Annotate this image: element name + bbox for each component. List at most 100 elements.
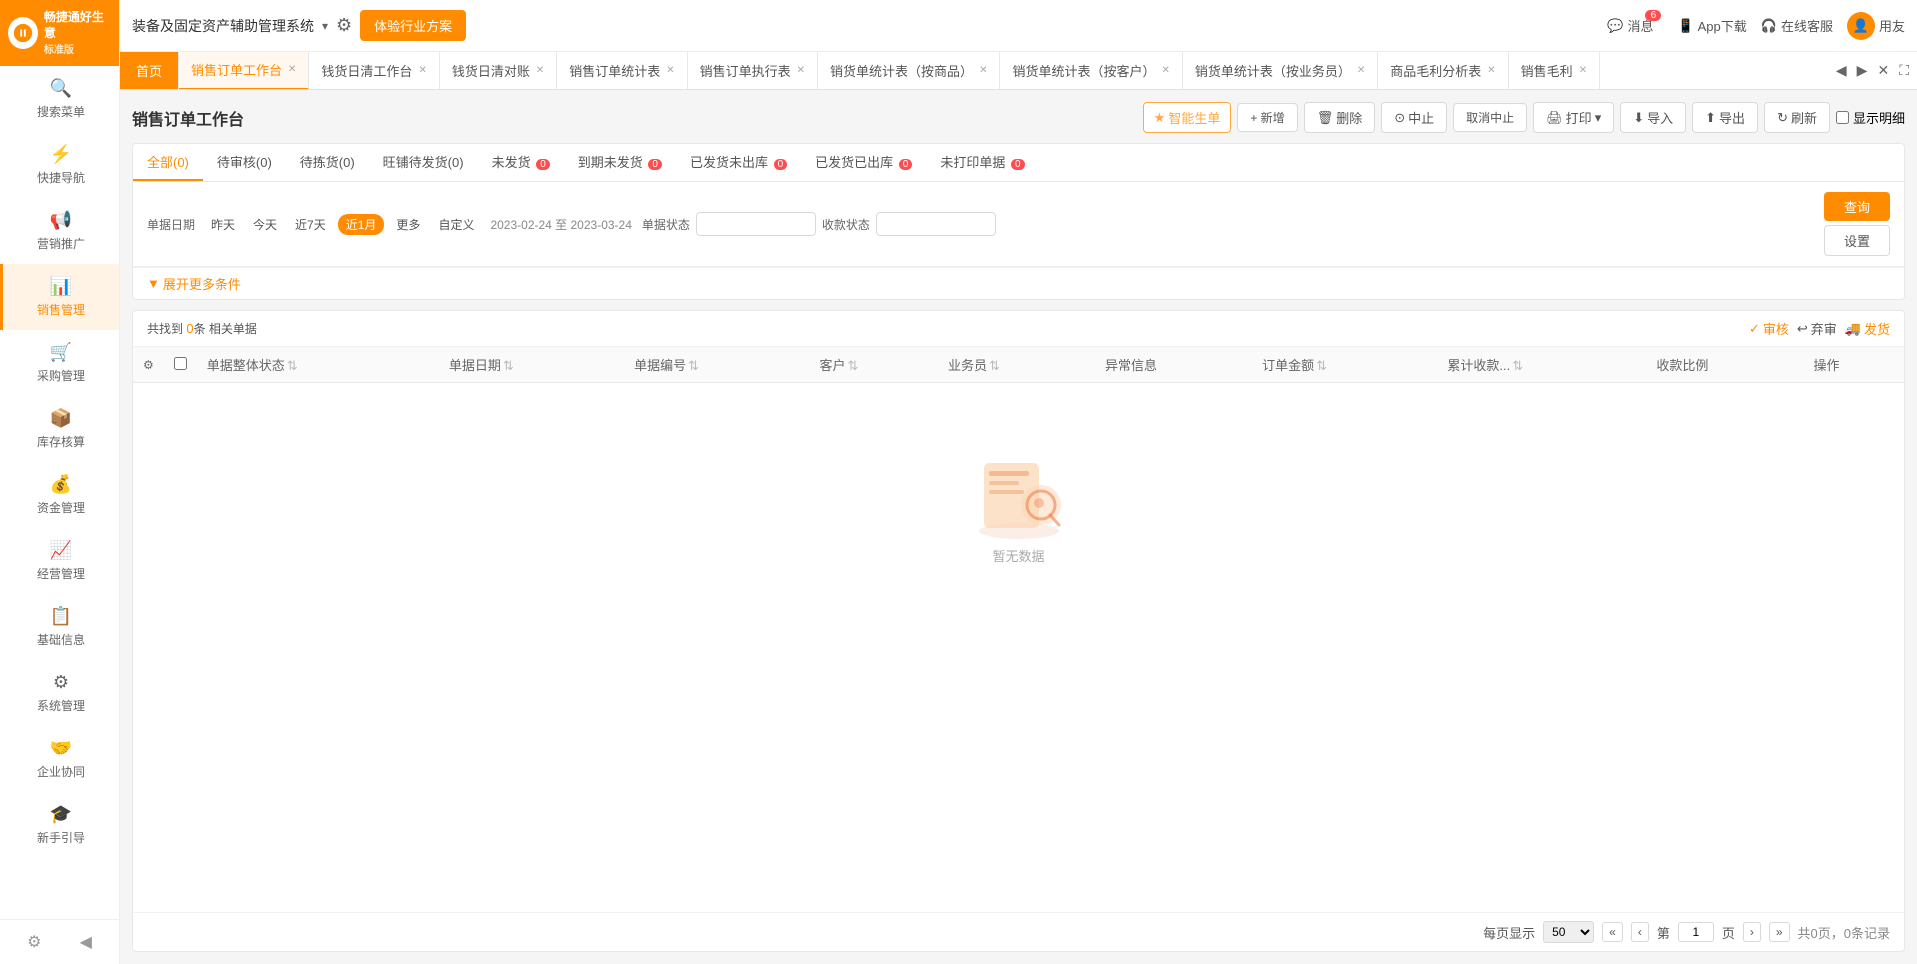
import-btn[interactable]: ⬇ 导入: [1620, 102, 1686, 133]
tab-close-9[interactable]: ✕: [1487, 65, 1495, 76]
sidebar-item-operations[interactable]: 📈 经营管理: [0, 528, 119, 594]
date-opt-yesterday[interactable]: 昨天: [205, 214, 241, 235]
solution-btn[interactable]: 体验行业方案: [360, 10, 466, 41]
tab-close-1[interactable]: ✕: [288, 64, 296, 75]
sidebar-settings-btn[interactable]: ⚙: [23, 928, 45, 956]
filter-settings-btn[interactable]: 设置: [1824, 225, 1890, 256]
tab-next-btn[interactable]: ▶: [1853, 60, 1872, 81]
date-opt-today[interactable]: 今天: [247, 214, 283, 235]
online-service-btn[interactable]: 🎧 在线客服: [1761, 16, 1833, 35]
table-header-row: ⚙ 单据整体状态⇅ 单据日期⇅ 单据编号⇅ 客户⇅ 业务员⇅ 异常信息 订单金额…: [133, 347, 1904, 383]
sidebar-item-sales[interactable]: 📊 销售管理: [0, 264, 119, 330]
filter-tab-pick[interactable]: 待拣货(0): [286, 144, 369, 181]
th-received[interactable]: 累计收款...⇅: [1437, 347, 1646, 383]
sidebar-item-enterprise[interactable]: 🤝 企业协同: [0, 726, 119, 792]
page-size-select[interactable]: 10 20 50 100: [1543, 921, 1594, 943]
th-date[interactable]: 单据日期⇅: [439, 347, 624, 383]
user-menu-btn[interactable]: 👤 用友: [1847, 12, 1905, 40]
sidebar-item-basic[interactable]: 📋 基础信息: [0, 594, 119, 660]
status-select[interactable]: [696, 212, 816, 236]
stop-btn[interactable]: ⊙ 中止: [1381, 102, 1447, 133]
sidebar-item-purchase[interactable]: 🛒 采购管理: [0, 330, 119, 396]
filter-tab-wangpu[interactable]: 旺铺待发货(0): [369, 144, 478, 181]
page-number-input[interactable]: [1678, 922, 1714, 942]
topbar-settings-btn[interactable]: ⚙: [336, 15, 352, 36]
tab-sales-staff[interactable]: 销货单统计表（按业务员） ✕: [1183, 52, 1378, 90]
show-detail-check[interactable]: 显示明细: [1836, 108, 1905, 127]
filter-tab-unprinted[interactable]: 未打印单据 0: [926, 144, 1038, 181]
tab-close-7[interactable]: ✕: [1161, 65, 1169, 76]
smart-create-btn[interactable]: ★ 智能生单: [1143, 102, 1232, 133]
refresh-btn[interactable]: ↻ 刷新: [1764, 102, 1830, 133]
filter-tab-all[interactable]: 全部(0): [133, 144, 203, 181]
tab-close-all-btn[interactable]: ✕: [1873, 60, 1893, 81]
tab-close-8[interactable]: ✕: [1357, 65, 1365, 76]
system-dropdown-btn[interactable]: ▾: [322, 19, 328, 33]
tab-gross-profit[interactable]: 商品毛利分析表 ✕: [1378, 52, 1508, 90]
sidebar-item-system[interactable]: ⚙ 系统管理: [0, 660, 119, 726]
sidebar-item-marketing[interactable]: 📢 营销推广: [0, 198, 119, 264]
revoke-btn[interactable]: ↩ 弃审: [1797, 319, 1837, 338]
page-first-btn[interactable]: «: [1602, 922, 1623, 942]
tab-sales-exec[interactable]: 销售订单执行表 ✕: [688, 52, 818, 90]
th-checkbox[interactable]: [164, 347, 197, 383]
tab-close-6[interactable]: ✕: [979, 65, 987, 76]
tab-fullscreen-btn[interactable]: ⛶: [1895, 60, 1913, 81]
date-opt-7days[interactable]: 近7天: [289, 214, 332, 235]
cancel-stop-btn[interactable]: 取消中止: [1453, 103, 1527, 132]
sidebar-label-operations: 经营管理: [37, 565, 85, 582]
th-abnormal[interactable]: 异常信息: [1095, 347, 1252, 383]
filter-tab-audit[interactable]: 待审核(0): [203, 144, 286, 181]
th-ratio[interactable]: 收款比例: [1646, 347, 1803, 383]
export-btn[interactable]: ⬆ 导出: [1692, 102, 1758, 133]
filter-tab-shipped-not-out[interactable]: 已发货未出库 0: [676, 144, 801, 181]
sidebar-item-quick[interactable]: ⚡ 快捷导航: [0, 132, 119, 198]
tab-close-4[interactable]: ✕: [666, 65, 674, 76]
th-status[interactable]: 单据整体状态⇅: [197, 347, 439, 383]
tab-sales-stats[interactable]: 销售订单统计表 ✕: [557, 52, 687, 90]
add-btn[interactable]: + 新增: [1237, 103, 1297, 132]
payment-select[interactable]: [876, 212, 996, 236]
tab-sales-customer[interactable]: 销货单统计表（按客户） ✕: [1000, 52, 1182, 90]
query-btn[interactable]: 查询: [1824, 192, 1890, 221]
tab-sales-product[interactable]: 销货单统计表（按商品） ✕: [818, 52, 1000, 90]
print-btn[interactable]: 🖨 打印 ▾: [1533, 102, 1614, 133]
th-number[interactable]: 单据编号⇅: [624, 347, 809, 383]
date-opt-custom[interactable]: 自定义: [432, 214, 480, 235]
app-logo: 畅捷通好生意 标准版: [0, 0, 119, 66]
tab-cash-reconcile[interactable]: 钱货日清对账 ✕: [440, 52, 557, 90]
sidebar-item-search[interactable]: 🔍 搜索菜单: [0, 66, 119, 132]
filter-tab-overdue[interactable]: 到期未发货 0: [564, 144, 676, 181]
tab-close-5[interactable]: ✕: [797, 65, 805, 76]
date-opt-more[interactable]: 更多: [390, 214, 426, 235]
sidebar-item-finance[interactable]: 💰 资金管理: [0, 462, 119, 528]
tab-close-2[interactable]: ✕: [418, 65, 426, 76]
tab-cash-daily[interactable]: 钱货日清工作台 ✕: [309, 52, 439, 90]
sidebar-collapse-btn[interactable]: ◀: [76, 928, 96, 956]
sidebar-item-inventory[interactable]: 📦 库存核算: [0, 396, 119, 462]
messages-btn[interactable]: 💬 6 消息: [1607, 16, 1653, 35]
app-download-btn[interactable]: 📱 App下载: [1677, 16, 1746, 35]
page-prev-btn[interactable]: ‹: [1631, 922, 1649, 942]
tab-sales-profit[interactable]: 销售毛利 ✕: [1509, 52, 1600, 90]
date-opt-1month[interactable]: 近1月: [338, 214, 385, 235]
tab-home[interactable]: 首页: [120, 52, 179, 90]
page-last-btn[interactable]: »: [1769, 922, 1790, 942]
expand-btn[interactable]: ▼ 展开更多条件: [147, 274, 1890, 293]
tab-prev-btn[interactable]: ◀: [1832, 60, 1851, 81]
ship-btn[interactable]: 🚚 发货: [1845, 319, 1890, 338]
audit-btn[interactable]: ✓ 审核: [1749, 319, 1789, 338]
filter-tab-unshipped[interactable]: 未发货 0: [478, 144, 564, 181]
delete-btn[interactable]: 🗑 删除: [1304, 102, 1376, 133]
select-all-checkbox[interactable]: [174, 357, 187, 370]
tab-sales-order-workbench[interactable]: 销售订单工作台 ✕: [179, 52, 309, 90]
tab-close-10[interactable]: ✕: [1579, 65, 1587, 76]
sidebar-item-guide[interactable]: 🎓 新手引导: [0, 792, 119, 858]
th-salesperson[interactable]: 业务员⇅: [938, 347, 1095, 383]
th-amount[interactable]: 订单金额⇅: [1252, 347, 1437, 383]
tab-close-3[interactable]: ✕: [536, 65, 544, 76]
show-detail-checkbox[interactable]: [1836, 111, 1849, 124]
page-next-btn[interactable]: ›: [1743, 922, 1761, 942]
th-customer[interactable]: 客户⇅: [809, 347, 938, 383]
filter-tab-shipped-out[interactable]: 已发货已出库 0: [801, 144, 926, 181]
